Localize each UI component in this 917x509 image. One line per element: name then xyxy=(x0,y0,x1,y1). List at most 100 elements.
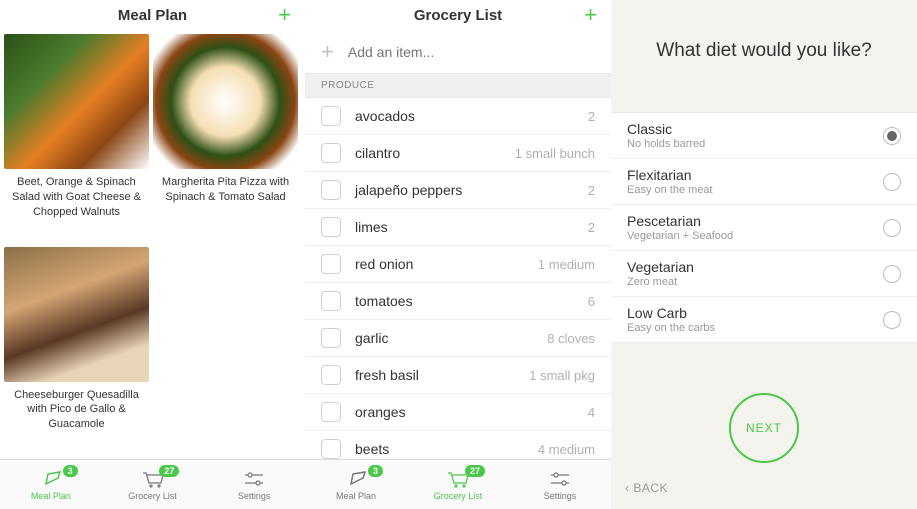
screen-meal-plan: Meal Plan + Beet, Orange & Spinach Salad… xyxy=(0,0,305,509)
meal-card[interactable]: Beet, Orange & Spinach Salad with Goat C… xyxy=(4,34,149,243)
option-title: Classic xyxy=(627,121,883,137)
item-name: red onion xyxy=(355,256,538,272)
checkbox[interactable] xyxy=(321,402,341,422)
option-title: Low Carb xyxy=(627,305,883,321)
carrot-icon xyxy=(344,469,368,489)
list-item[interactable]: garlic8 cloves xyxy=(305,320,611,357)
radio-icon[interactable] xyxy=(883,173,901,191)
option-subtitle: Zero meat xyxy=(627,276,883,288)
item-name: beets xyxy=(355,441,538,457)
add-item-input[interactable] xyxy=(348,44,595,60)
diet-option[interactable]: Low CarbEasy on the carbs xyxy=(611,297,917,343)
diet-option[interactable]: PescetarianVegetarian + Seafood xyxy=(611,205,917,251)
item-qty: 4 medium xyxy=(538,442,595,457)
radio-icon[interactable] xyxy=(883,219,901,237)
option-title: Vegetarian xyxy=(627,259,883,275)
options-list: ClassicNo holds barredFlexitarianEasy on… xyxy=(611,112,917,343)
tab-label: Grocery List xyxy=(128,491,177,501)
item-qty: 1 small pkg xyxy=(529,368,595,383)
checkbox[interactable] xyxy=(321,439,341,459)
sliders-icon xyxy=(242,469,266,489)
item-qty: 4 xyxy=(588,405,595,420)
list: + PRODUCE avocados2cilantro1 small bunch… xyxy=(305,30,611,459)
badge: 27 xyxy=(159,465,179,477)
checkbox[interactable] xyxy=(321,291,341,311)
list-item[interactable]: jalapeño peppers2 xyxy=(305,172,611,209)
tab-bar: 3 Meal Plan 27 Grocery List Settings xyxy=(305,459,611,509)
checkbox[interactable] xyxy=(321,328,341,348)
tab-mealplan[interactable]: 3 Meal Plan xyxy=(0,460,102,509)
page-title: Grocery List xyxy=(414,7,502,24)
option-subtitle: No holds barred xyxy=(627,138,883,150)
tab-settings[interactable]: Settings xyxy=(509,460,611,509)
checkbox[interactable] xyxy=(321,365,341,385)
checkbox[interactable] xyxy=(321,254,341,274)
option-subtitle: Easy on the meat xyxy=(627,184,883,196)
badge: 27 xyxy=(465,465,485,477)
list-item[interactable]: beets4 medium xyxy=(305,431,611,459)
item-qty: 2 xyxy=(588,183,595,198)
item-name: garlic xyxy=(355,330,547,346)
tab-label: Meal Plan xyxy=(31,491,71,501)
add-item-row[interactable]: + xyxy=(305,30,611,74)
item-qty: 6 xyxy=(588,294,595,309)
section-header: PRODUCE xyxy=(305,74,611,98)
list-item[interactable]: oranges4 xyxy=(305,394,611,431)
add-icon[interactable]: + xyxy=(278,2,291,28)
sliders-icon xyxy=(548,469,572,489)
radio-icon[interactable] xyxy=(883,265,901,283)
list-item[interactable]: cilantro1 small bunch xyxy=(305,135,611,172)
item-name: jalapeño peppers xyxy=(355,182,588,198)
meal-title: Margherita Pita Pizza with Spinach & Tom… xyxy=(153,175,298,215)
list-item[interactable]: fresh basil1 small pkg xyxy=(305,357,611,394)
next-button[interactable]: NEXT xyxy=(729,393,799,463)
radio-icon[interactable] xyxy=(883,127,901,145)
meal-image xyxy=(4,34,149,169)
list-item[interactable]: avocados2 xyxy=(305,98,611,135)
card-grid: Beet, Orange & Spinach Salad with Goat C… xyxy=(0,30,305,459)
checkbox[interactable] xyxy=(321,106,341,126)
carrot-icon xyxy=(39,469,63,489)
meal-image xyxy=(4,247,149,382)
list-item[interactable]: red onion1 medium xyxy=(305,246,611,283)
header: Grocery List + xyxy=(305,0,611,30)
tab-label: Meal Plan xyxy=(336,491,376,501)
tab-bar: 3 Meal Plan 27 Grocery List Settings xyxy=(0,459,305,509)
tab-mealplan[interactable]: 3 Meal Plan xyxy=(305,460,407,509)
meal-card[interactable]: Cheeseburger Quesadilla with Pico de Gal… xyxy=(4,247,149,456)
badge: 3 xyxy=(368,465,383,477)
item-qty: 1 small bunch xyxy=(515,146,595,161)
item-name: oranges xyxy=(355,404,588,420)
diet-option[interactable]: VegetarianZero meat xyxy=(611,251,917,297)
checkbox[interactable] xyxy=(321,143,341,163)
add-icon[interactable]: + xyxy=(584,2,597,28)
option-subtitle: Vegetarian + Seafood xyxy=(627,230,883,242)
item-name: tomatoes xyxy=(355,293,588,309)
radio-icon[interactable] xyxy=(883,311,901,329)
item-name: limes xyxy=(355,219,588,235)
tab-settings[interactable]: Settings xyxy=(203,460,305,509)
tab-label: Grocery List xyxy=(434,491,483,501)
back-button[interactable]: ‹ BACK xyxy=(625,481,668,495)
back-label: BACK xyxy=(633,481,668,495)
question-text: What diet would you like? xyxy=(611,0,917,112)
item-qty: 1 medium xyxy=(538,257,595,272)
header: Meal Plan + xyxy=(0,0,305,30)
page-title: Meal Plan xyxy=(118,7,187,24)
checkbox[interactable] xyxy=(321,180,341,200)
tab-grocery[interactable]: 27 Grocery List xyxy=(102,460,204,509)
plus-icon: + xyxy=(321,39,334,65)
meal-title: Cheeseburger Quesadilla with Pico de Gal… xyxy=(4,388,149,443)
list-item[interactable]: limes2 xyxy=(305,209,611,246)
diet-option[interactable]: FlexitarianEasy on the meat xyxy=(611,159,917,205)
option-subtitle: Easy on the carbs xyxy=(627,322,883,334)
meal-card[interactable]: Margherita Pita Pizza with Spinach & Tom… xyxy=(153,34,298,243)
item-name: avocados xyxy=(355,108,588,124)
screen-grocery-list: Grocery List + + PRODUCE avocados2cilant… xyxy=(305,0,611,509)
item-qty: 2 xyxy=(588,109,595,124)
list-item[interactable]: tomatoes6 xyxy=(305,283,611,320)
checkbox[interactable] xyxy=(321,217,341,237)
item-qty: 8 cloves xyxy=(547,331,595,346)
tab-grocery[interactable]: 27 Grocery List xyxy=(407,460,509,509)
diet-option[interactable]: ClassicNo holds barred xyxy=(611,113,917,159)
